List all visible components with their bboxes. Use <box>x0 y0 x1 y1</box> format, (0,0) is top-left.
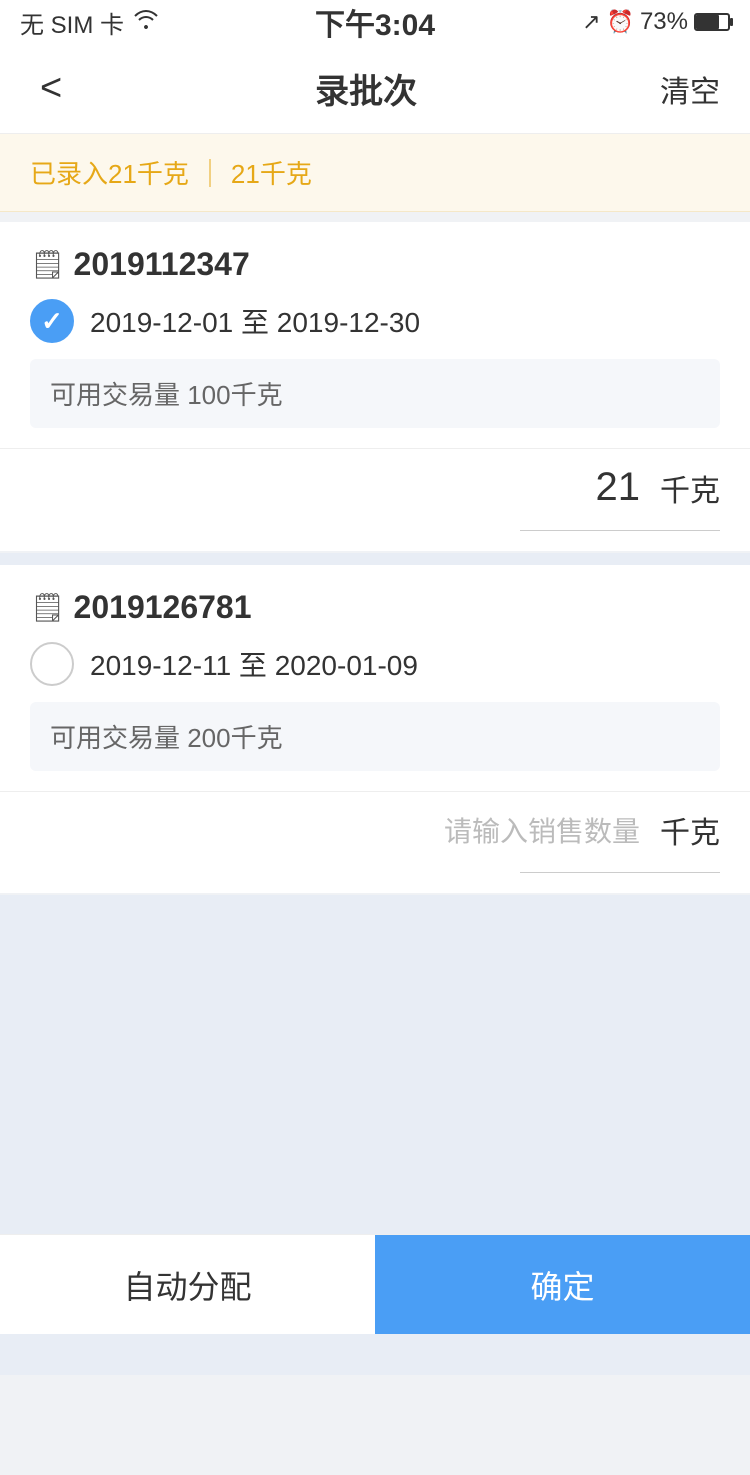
card-row-2: 2019-12-11 至 2020-01-09 <box>0 636 750 696</box>
unit-label-1: 千克 <box>660 466 720 510</box>
batch-card-2: 🗒 2019126781 2019-12-11 至 2020-01-09 可用交… <box>0 565 750 893</box>
status-left: 无 SIM 卡 <box>20 5 160 40</box>
radio-btn-1[interactable] <box>30 299 74 343</box>
nav-bar: < 录批次 清空 <box>0 44 750 134</box>
location-icon: ↗ <box>582 9 600 35</box>
info-divider <box>209 159 211 187</box>
info-banner: 已录入21千克 21千克 <box>0 134 750 212</box>
doc-icon-2: 🗒 <box>30 591 66 624</box>
battery-icon <box>694 13 730 31</box>
input-row-1: 21 千克 <box>0 448 750 530</box>
batch-id-1: 2019112347 <box>74 246 250 283</box>
card-header-2: 🗒 2019126781 <box>0 565 750 636</box>
bottom-bar: 自动分配 确定 <box>0 1234 750 1334</box>
status-bar: 无 SIM 卡 下午3:04 ↗ ⏰ 73% <box>0 0 750 44</box>
qty-placeholder-2[interactable]: 请输入销售数量 <box>444 810 640 850</box>
radio-btn-2[interactable] <box>30 642 74 686</box>
input-row-2: 请输入销售数量 千克 <box>0 791 750 872</box>
unit-label-2: 千克 <box>660 808 720 852</box>
clear-button[interactable]: 清空 <box>660 67 720 111</box>
available-qty-2: 可用交易量 200千克 <box>30 702 720 771</box>
card-row-1: 2019-12-01 至 2019-12-30 <box>0 293 750 353</box>
qty-value-1[interactable]: 21 <box>596 465 641 510</box>
confirm-button[interactable]: 确定 <box>375 1235 750 1334</box>
batch-id-2: 2019126781 <box>74 589 252 626</box>
card-header-1: 🗒 2019112347 <box>0 222 750 293</box>
doc-icon-1: 🗒 <box>30 248 66 281</box>
auto-distribute-button[interactable]: 自动分配 <box>0 1235 375 1334</box>
recorded-label: 已录入21千克 <box>30 154 189 191</box>
status-right: ↗ ⏰ 73% <box>582 8 730 36</box>
time-display: 下午3:04 <box>315 0 435 44</box>
wifi-icon <box>132 8 160 36</box>
alarm-icon: ⏰ <box>607 9 634 35</box>
battery-text: 73% <box>640 8 688 36</box>
section-divider <box>0 553 750 565</box>
carrier-text: 无 SIM 卡 <box>20 5 124 40</box>
date-range-2: 2019-12-11 至 2020-01-09 <box>90 644 418 684</box>
back-button[interactable]: < <box>30 57 72 120</box>
batch-card-1: 🗒 2019112347 2019-12-01 至 2019-12-30 可用交… <box>0 222 750 551</box>
available-qty-1: 可用交易量 100千克 <box>30 359 720 428</box>
date-range-1: 2019-12-01 至 2019-12-30 <box>90 301 420 341</box>
page-title: 录批次 <box>315 64 417 113</box>
recorded-value: 21千克 <box>231 154 312 191</box>
